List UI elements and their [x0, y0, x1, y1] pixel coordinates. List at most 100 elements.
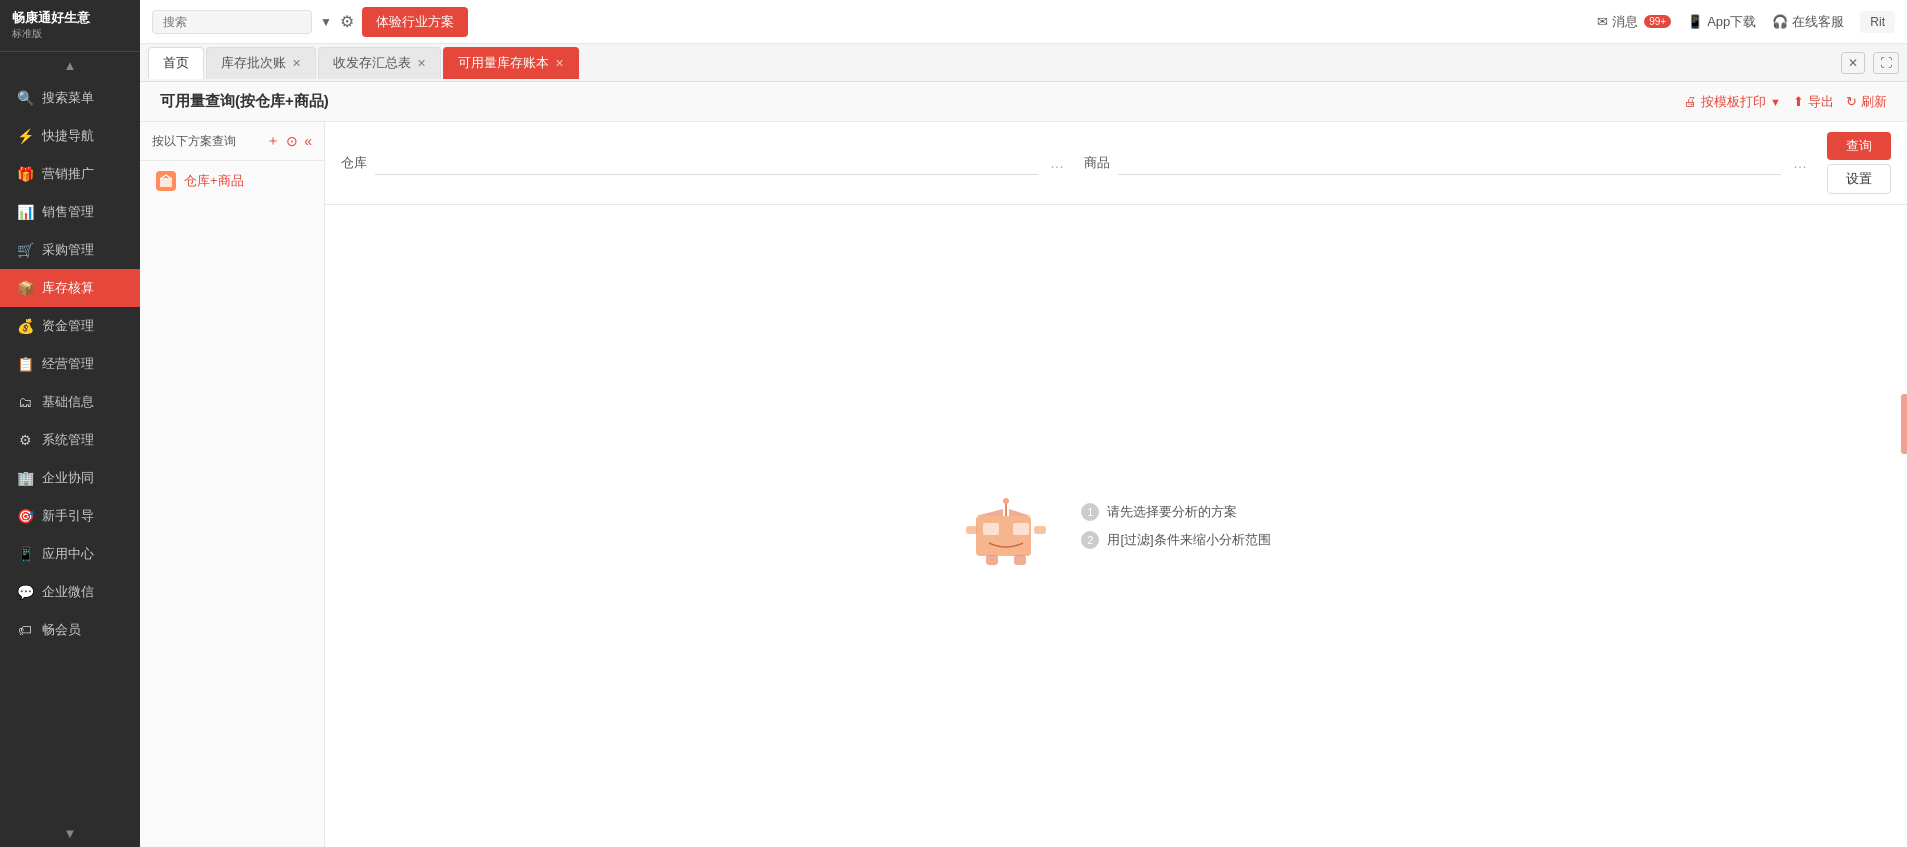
- sidebar-item-label: 采购管理: [42, 241, 94, 259]
- query-bar: 仓库 … 商品 … 查询 设置: [325, 122, 1907, 205]
- export-label: 导出: [1808, 93, 1834, 111]
- filter-add-icon[interactable]: ＋: [266, 132, 280, 150]
- sidebar-item-label: 企业协同: [42, 469, 94, 487]
- tab-summary[interactable]: 收发存汇总表 ✕: [318, 47, 441, 79]
- tab-available-close[interactable]: ✕: [555, 57, 564, 70]
- sidebar-scroll-down[interactable]: ▼: [0, 820, 140, 847]
- topbar-search-input[interactable]: [152, 10, 312, 34]
- filter-panel-header: 按以下方案查询 ＋ ⊙ «: [140, 122, 324, 161]
- tab-summary-close[interactable]: ✕: [417, 57, 426, 70]
- print-dropdown-icon[interactable]: ▼: [1770, 96, 1781, 108]
- tab-home-label: 首页: [163, 54, 189, 72]
- sidebar-item-label: 经营管理: [42, 355, 94, 373]
- clipboard-icon: 📋: [16, 355, 34, 373]
- page-title: 可用量查询(按仓库+商品): [160, 92, 329, 111]
- filter-panel: 按以下方案查询 ＋ ⊙ « 仓库+商品: [140, 122, 325, 847]
- print-label: 按模板打印: [1701, 93, 1766, 111]
- warehouse-more-icon[interactable]: …: [1046, 155, 1068, 171]
- chart-icon: 📊: [16, 203, 34, 221]
- service-label: 在线客服: [1792, 13, 1844, 31]
- query-settings-btn[interactable]: 设置: [1827, 164, 1891, 194]
- tab-maximize-btn[interactable]: ⛶: [1873, 52, 1899, 74]
- app-download-btn[interactable]: 📱 App下载: [1687, 13, 1756, 31]
- warehouse-label: 仓库: [341, 154, 367, 172]
- filter-collapse-icon[interactable]: «: [304, 133, 312, 149]
- filter-item-warehouse-goods[interactable]: 仓库+商品: [140, 161, 324, 201]
- sidebar-item-label: 搜索菜单: [42, 89, 94, 107]
- gear-icon: ⚙: [16, 431, 34, 449]
- experience-btn[interactable]: 体验行业方案: [362, 7, 468, 37]
- export-btn[interactable]: ⬆ 导出: [1793, 93, 1834, 111]
- sidebar-item-newbie[interactable]: 🎯 新手引导: [0, 497, 140, 535]
- sidebar-item-member[interactable]: 🏷 畅会员: [0, 611, 140, 649]
- sidebar-item-label: 资金管理: [42, 317, 94, 335]
- target-icon: 🎯: [16, 507, 34, 525]
- sidebar-item-label: 营销推广: [42, 165, 94, 183]
- sidebar-item-label: 应用中心: [42, 545, 94, 563]
- print-btn[interactable]: 🖨 按模板打印 ▼: [1684, 93, 1781, 111]
- sidebar-item-enterprise[interactable]: 🏢 企业协同: [0, 459, 140, 497]
- topbar-actions: ✉ 消息 99+ 📱 App下载 🎧 在线客服 Rit: [1597, 11, 1895, 33]
- filter-item-label: 仓库+商品: [184, 172, 244, 190]
- sidebar-item-label: 系统管理: [42, 431, 94, 449]
- page-header-actions: 🖨 按模板打印 ▼ ⬆ 导出 ↻ 刷新: [1684, 93, 1887, 111]
- logo-subtitle: 标准版: [12, 27, 128, 41]
- sidebar-scroll-up[interactable]: ▲: [0, 52, 140, 79]
- sidebar-item-purchase[interactable]: 🛒 采购管理: [0, 231, 140, 269]
- query-submit-btn[interactable]: 查询: [1827, 132, 1891, 160]
- svg-rect-1: [976, 516, 1031, 556]
- phone-icon: 📱: [16, 545, 34, 563]
- tab-batch[interactable]: 库存批次账 ✕: [206, 47, 316, 79]
- warehouse-input[interactable]: [375, 151, 1038, 175]
- empty-tips: 1 请先选择要分析的方案 2 用[过滤]条件来缩小分析范围: [1081, 503, 1270, 549]
- svg-rect-0: [160, 178, 172, 187]
- tip-num-1: 1: [1081, 503, 1099, 521]
- sidebar-item-sales[interactable]: 📊 销售管理: [0, 193, 140, 231]
- tab-batch-close[interactable]: ✕: [292, 57, 301, 70]
- goods-more-icon[interactable]: …: [1789, 155, 1811, 171]
- chat-icon: 💬: [16, 583, 34, 601]
- sidebar-item-search[interactable]: 🔍 搜索菜单: [0, 79, 140, 117]
- money-icon: 💰: [16, 317, 34, 335]
- svg-rect-7: [1034, 526, 1046, 534]
- printer-icon: 🖨: [1684, 94, 1697, 109]
- sidebar-item-label: 快捷导航: [42, 127, 94, 145]
- app-label: App下载: [1707, 13, 1756, 31]
- right-scroll-hint: [1901, 394, 1907, 454]
- filter-panel-actions: ＋ ⊙ «: [266, 132, 312, 150]
- logo-title: 畅康通好生意: [12, 10, 128, 27]
- sidebar-item-inventory[interactable]: 📦 库存核算: [0, 269, 140, 307]
- svg-rect-2: [983, 523, 999, 535]
- sidebar-item-basic[interactable]: 🗂 基础信息: [0, 383, 140, 421]
- query-panel: 仓库 … 商品 … 查询 设置: [325, 122, 1907, 847]
- topbar-dropdown-btn[interactable]: ▼: [320, 15, 332, 29]
- svg-rect-9: [1014, 555, 1026, 565]
- tab-available[interactable]: 可用量库存账本 ✕: [443, 47, 579, 79]
- user-menu[interactable]: Rit: [1860, 11, 1895, 33]
- refresh-icon: ↻: [1846, 94, 1857, 109]
- gift-icon: 🎁: [16, 165, 34, 183]
- refresh-btn[interactable]: ↻ 刷新: [1846, 93, 1887, 111]
- headset-icon: 🎧: [1772, 14, 1788, 29]
- tab-batch-label: 库存批次账: [221, 54, 286, 72]
- message-label: 消息: [1612, 13, 1638, 31]
- sidebar-item-funds[interactable]: 💰 资金管理: [0, 307, 140, 345]
- tab-close-all-btn[interactable]: ✕: [1841, 52, 1865, 74]
- message-badge: 99+: [1644, 15, 1671, 28]
- goods-input[interactable]: [1118, 151, 1781, 175]
- export-icon: ⬆: [1793, 94, 1804, 109]
- sidebar-item-wechat[interactable]: 💬 企业微信: [0, 573, 140, 611]
- sidebar-item-shortcut[interactable]: ⚡ 快捷导航: [0, 117, 140, 155]
- message-btn[interactable]: ✉ 消息 99+: [1597, 13, 1671, 31]
- sidebar-item-appstore[interactable]: 📱 应用中心: [0, 535, 140, 573]
- sidebar-item-operations[interactable]: 📋 经营管理: [0, 345, 140, 383]
- sidebar-item-label: 新手引导: [42, 507, 94, 525]
- tabbar-controls: ✕ ⛶: [1841, 52, 1899, 74]
- sidebar-item-system[interactable]: ⚙ 系统管理: [0, 421, 140, 459]
- sidebar-item-marketing[interactable]: 🎁 营销推广: [0, 155, 140, 193]
- content-area: 按以下方案查询 ＋ ⊙ « 仓库+商品: [140, 122, 1907, 847]
- topbar-gear-icon[interactable]: ⚙: [340, 12, 354, 31]
- filter-settings-icon[interactable]: ⊙: [286, 133, 298, 149]
- online-service-btn[interactable]: 🎧 在线客服: [1772, 13, 1844, 31]
- tab-home[interactable]: 首页: [148, 47, 204, 79]
